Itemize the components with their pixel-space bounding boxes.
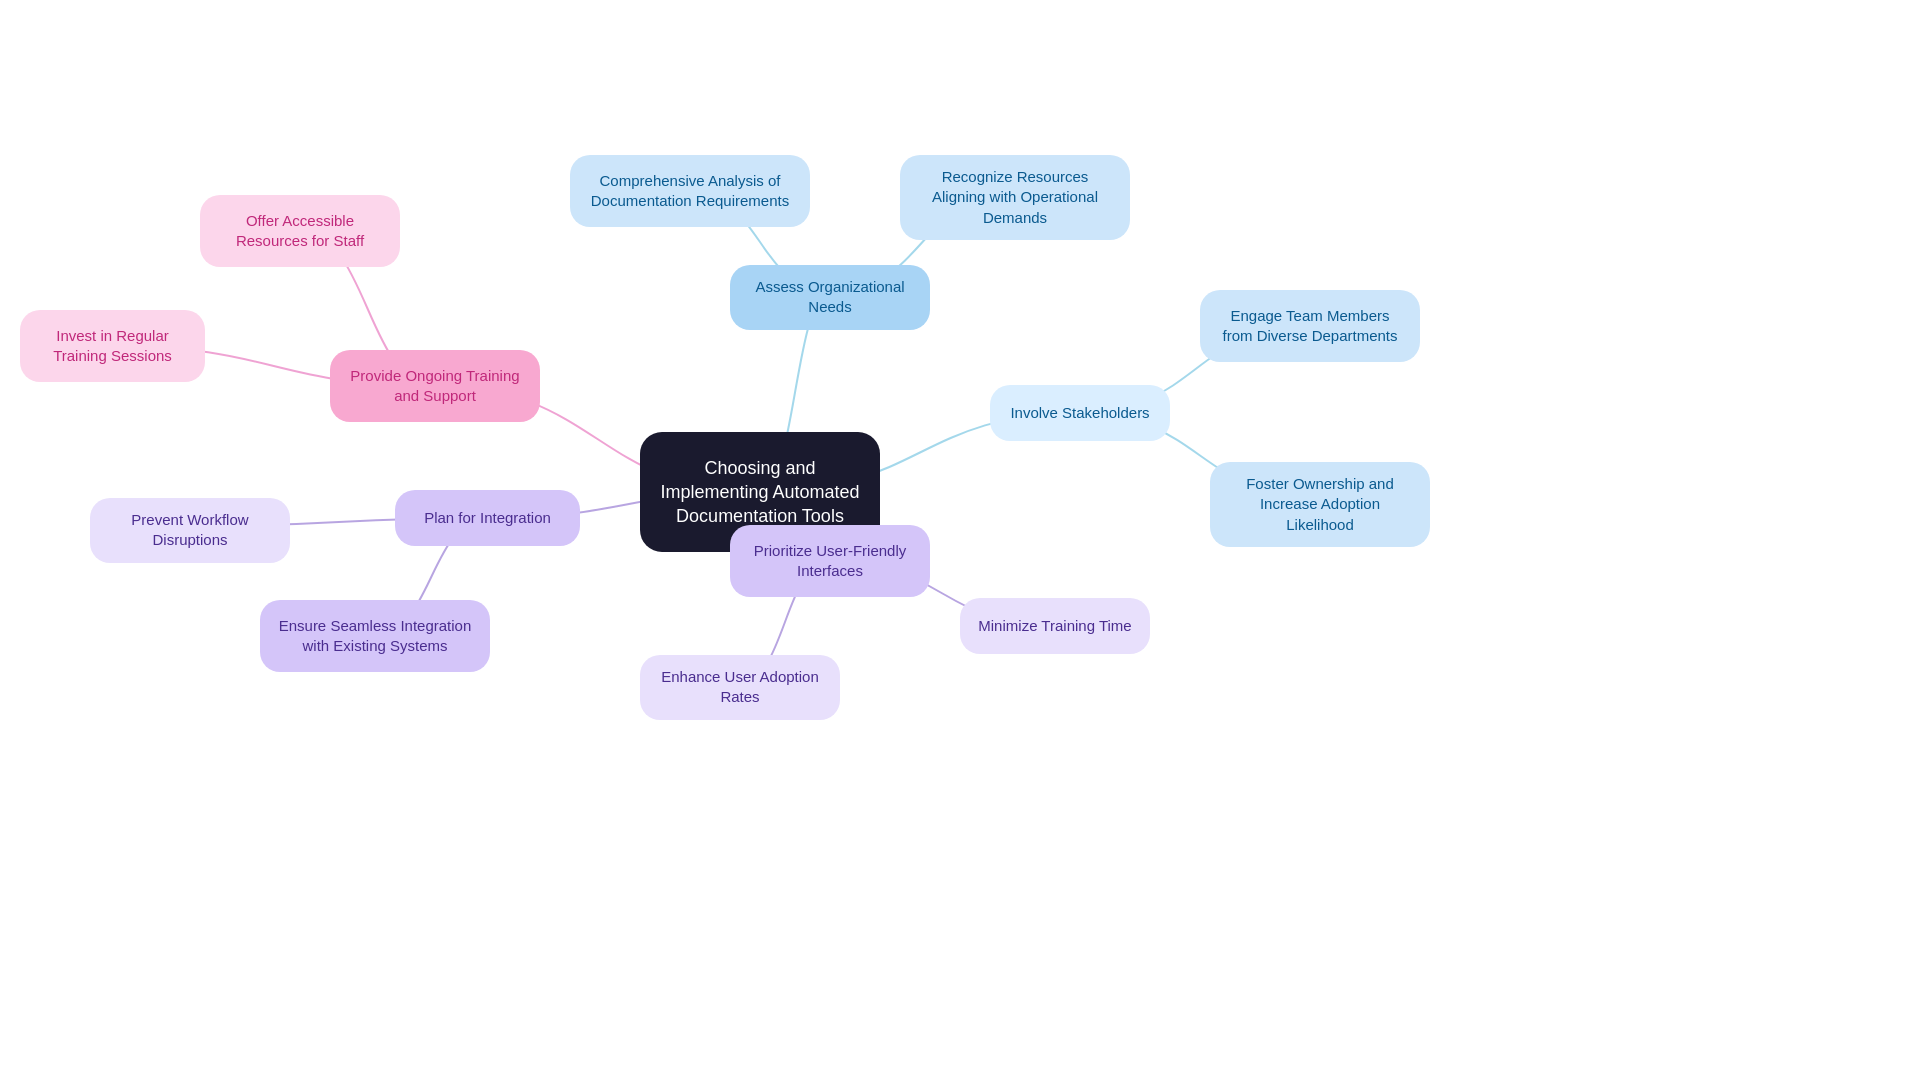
node-invest[interactable]: Invest in Regular Training Sessions (20, 310, 205, 382)
node-foster[interactable]: Foster Ownership and Increase Adoption L… (1210, 462, 1430, 547)
node-engage[interactable]: Engage Team Members from Diverse Departm… (1200, 290, 1420, 362)
node-minimize[interactable]: Minimize Training Time (960, 598, 1150, 654)
node-prioritize[interactable]: Prioritize User-Friendly Interfaces (730, 525, 930, 597)
node-recognize[interactable]: Recognize Resources Aligning with Operat… (900, 155, 1130, 240)
node-ensure[interactable]: Ensure Seamless Integration with Existin… (260, 600, 490, 672)
node-enhance[interactable]: Enhance User Adoption Rates (640, 655, 840, 720)
node-plan[interactable]: Plan for Integration (395, 490, 580, 546)
node-provide[interactable]: Provide Ongoing Training and Support (330, 350, 540, 422)
node-comprehensive[interactable]: Comprehensive Analysis of Documentation … (570, 155, 810, 227)
mind-map: Choosing and Implementing Automated Docu… (0, 0, 1920, 1083)
node-assess[interactable]: Assess Organizational Needs (730, 265, 930, 330)
node-involve[interactable]: Involve Stakeholders (990, 385, 1170, 441)
node-prevent[interactable]: Prevent Workflow Disruptions (90, 498, 290, 563)
node-offer[interactable]: Offer Accessible Resources for Staff (200, 195, 400, 267)
